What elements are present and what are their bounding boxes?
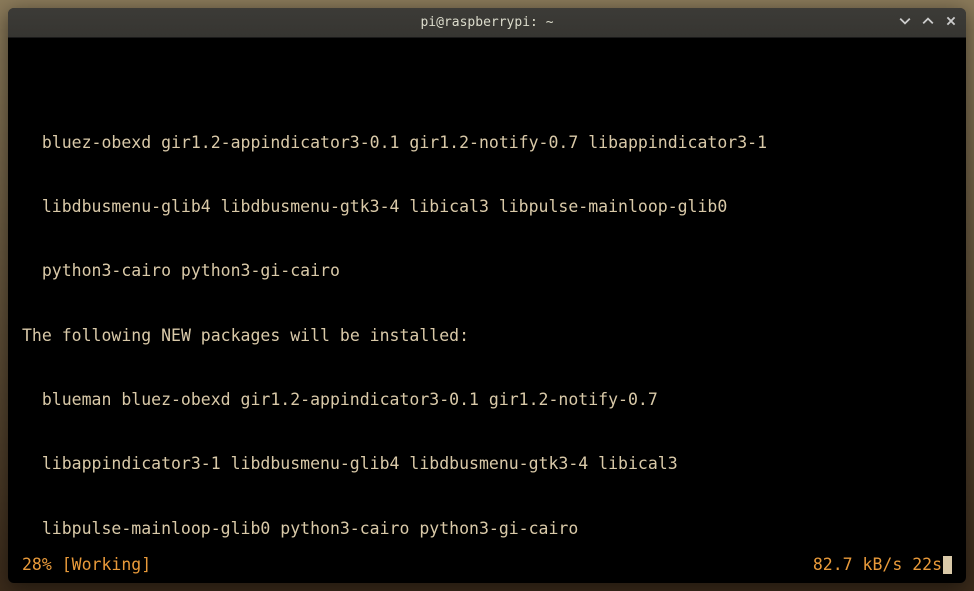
- progress-percent: 28% [Working]: [22, 554, 151, 575]
- titlebar[interactable]: pi@raspberrypi: ~: [8, 8, 966, 38]
- output-line: libappindicator3-1 libdbusmenu-glib4 lib…: [22, 453, 952, 474]
- progress-status-line: 28% [Working] 82.7 kB/s 22s: [22, 554, 952, 575]
- chevron-down-icon: [899, 15, 911, 30]
- chevron-up-icon: [922, 15, 934, 30]
- output-line: The following NEW packages will be insta…: [22, 325, 952, 346]
- close-button[interactable]: [945, 16, 958, 30]
- output-line: libdbusmenu-glib4 libdbusmenu-gtk3-4 lib…: [22, 196, 952, 217]
- close-icon: [945, 15, 957, 30]
- window-controls: [898, 16, 958, 30]
- terminal-window: pi@raspberrypi: ~ bluez-obexd gir1.2-app…: [8, 8, 966, 583]
- output-line: blueman bluez-obexd gir1.2-appindicator3…: [22, 389, 952, 410]
- terminal-output: bluez-obexd gir1.2-appindicator3-0.1 gir…: [22, 89, 952, 583]
- output-line: libpulse-mainloop-glib0 python3-cairo py…: [22, 518, 952, 539]
- maximize-button[interactable]: [921, 16, 934, 30]
- output-line: bluez-obexd gir1.2-appindicator3-0.1 gir…: [22, 132, 952, 153]
- window-title: pi@raspberrypi: ~: [76, 15, 898, 30]
- cursor-icon: [943, 556, 952, 574]
- output-line: 0 upgraded, 11 newly installed, 0 to rem…: [22, 582, 952, 583]
- minimize-button[interactable]: [898, 16, 911, 30]
- progress-speed: 82.7 kB/s 22s: [813, 554, 952, 575]
- output-line: python3-cairo python3-gi-cairo: [22, 260, 952, 281]
- terminal-body[interactable]: bluez-obexd gir1.2-appindicator3-0.1 gir…: [8, 38, 966, 583]
